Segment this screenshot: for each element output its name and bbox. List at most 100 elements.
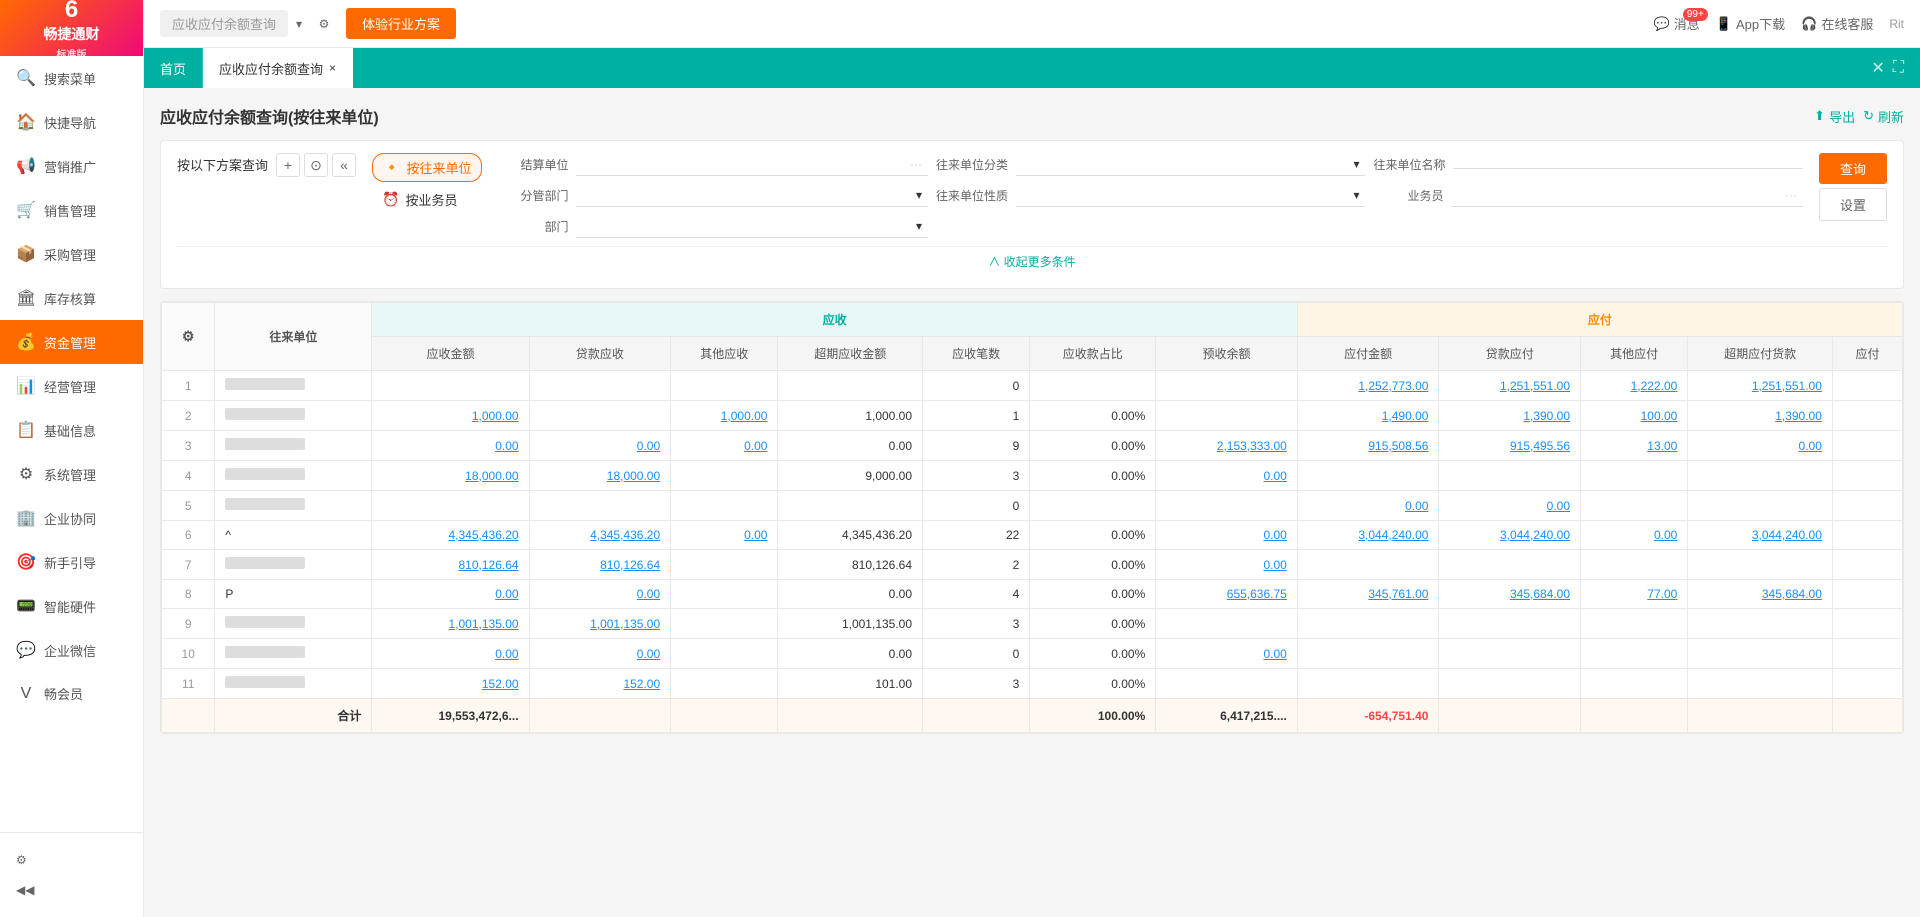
sidebar-item-member[interactable]: V 畅会员	[0, 672, 143, 715]
partner-nature-select[interactable]: ▾	[1016, 184, 1365, 207]
top-bar-left: 应收应付余额查询 ▾ ⚙ 体验行业方案	[160, 8, 456, 39]
sidebar-item-inventory[interactable]: 🏛 库存核算	[0, 276, 143, 320]
sidebar-item-system[interactable]: ⚙ 系统管理	[0, 452, 143, 496]
online-service-button[interactable]: 🎧 在线客服	[1801, 14, 1873, 33]
filter-option-salesperson[interactable]: ⏰ 按业务员	[372, 186, 482, 213]
table-cell[interactable]: 655,636.75	[1156, 580, 1298, 609]
sidebar-item-operation[interactable]: 📊 经营管理	[0, 364, 143, 408]
refresh-button[interactable]: ↻ 刷新	[1863, 107, 1904, 126]
table-cell[interactable]: 0.00	[671, 521, 778, 550]
close-window-icon[interactable]: ✕	[1871, 58, 1884, 78]
table-cell[interactable]: 1,252,773.00	[1297, 371, 1439, 401]
table-cell[interactable]: 345,684.00	[1688, 580, 1833, 609]
table-cell[interactable]: 3,044,240.00	[1688, 521, 1833, 550]
sidebar-item-wechat[interactable]: 💬 企业微信	[0, 628, 143, 672]
table-cell[interactable]: 0.00	[1297, 491, 1439, 521]
table-cell	[1688, 669, 1833, 699]
tab-close-icon[interactable]: ×	[329, 61, 336, 75]
table-cell[interactable]: 810,126.64	[372, 550, 529, 580]
table-cell[interactable]: 1,222.00	[1581, 371, 1688, 401]
table-cell[interactable]: 0.00	[372, 639, 529, 669]
table-cell[interactable]: 0.00	[1156, 521, 1298, 550]
tab-home[interactable]: 首页	[144, 48, 203, 88]
table-cell[interactable]: 1,251,551.00	[1688, 371, 1833, 401]
table-cell[interactable]: 0.00	[1156, 639, 1298, 669]
table-cell[interactable]: 18,000.00	[372, 461, 529, 491]
sidebar-item-finance[interactable]: 💰 资金管理	[0, 320, 143, 364]
table-cell[interactable]: 152.00	[529, 669, 671, 699]
settlement-input[interactable]: ···	[576, 153, 928, 176]
table-cell[interactable]: 18,000.00	[529, 461, 671, 491]
table-cell[interactable]: 0.00	[372, 580, 529, 609]
app-download-button[interactable]: 📱 App下载	[1716, 14, 1785, 33]
dropdown-arrow[interactable]: ▾	[296, 17, 302, 31]
table-cell[interactable]: 152.00	[372, 669, 529, 699]
table-cell[interactable]: 100.00	[1581, 401, 1688, 431]
table-cell[interactable]: 915,508.56	[1297, 431, 1439, 461]
table-cell[interactable]: 0.00	[1156, 550, 1298, 580]
table-cell: 0.00%	[1030, 580, 1156, 609]
table-cell[interactable]: 0.00	[1156, 461, 1298, 491]
table-cell[interactable]: 0.00	[529, 431, 671, 461]
query-button[interactable]: 查询	[1819, 153, 1887, 184]
table-cell[interactable]: 2,153,333.00	[1156, 431, 1298, 461]
add-filter-button[interactable]: +	[276, 153, 300, 177]
partner-cat-select[interactable]: ▾	[1016, 153, 1365, 176]
sidebar-item-corp[interactable]: 🏢 企业协同	[0, 496, 143, 540]
table-cell[interactable]: 1,390.00	[1439, 401, 1581, 431]
more-filter-button[interactable]: «	[332, 153, 356, 177]
sidebar-item-purchase[interactable]: 📦 采购管理	[0, 232, 143, 276]
sidebar-bottom-settings[interactable]: ⚙	[0, 845, 143, 875]
sidebar-item-label: 企业微信	[44, 641, 96, 660]
sidebar-item-quicknav[interactable]: 🏠 快捷导航	[0, 100, 143, 144]
table-cell[interactable]: 0.00	[671, 431, 778, 461]
table-cell[interactable]: 0.00	[372, 431, 529, 461]
dept-select[interactable]: ▾	[576, 184, 928, 207]
department-select[interactable]: ▾	[576, 215, 928, 238]
sidebar-bottom-collapse[interactable]: ◀◀	[0, 875, 143, 905]
table-cell[interactable]: 345,761.00	[1297, 580, 1439, 609]
salesperson-input[interactable]: ···	[1451, 184, 1803, 207]
gear-icon[interactable]: ⚙	[310, 10, 338, 38]
table-cell[interactable]: 1,490.00	[1297, 401, 1439, 431]
table-cell[interactable]: 1,001,135.00	[372, 609, 529, 639]
sidebar-item-guide[interactable]: 🎯 新手引导	[0, 540, 143, 584]
message-button[interactable]: 💬 消息 99+	[1654, 14, 1700, 33]
settings-button[interactable]: 设置	[1819, 188, 1887, 221]
filter-option-partner[interactable]: 🔸 按往来单位	[372, 153, 482, 182]
table-cell	[1581, 609, 1688, 639]
sidebar-item-sales[interactable]: 🛒 销售管理	[0, 188, 143, 232]
sidebar-item-search[interactable]: 🔍 搜索菜单	[0, 56, 143, 100]
export-button[interactable]: ⬆ 导出	[1814, 107, 1855, 126]
table-cell[interactable]: 1,000.00	[671, 401, 778, 431]
table-cell[interactable]: 4,345,436.20	[372, 521, 529, 550]
table-cell[interactable]: 1,251,551.00	[1439, 371, 1581, 401]
table-cell[interactable]: 1,001,135.00	[529, 609, 671, 639]
filter-more-button[interactable]: ∧ 收起更多条件	[177, 246, 1887, 276]
tab-arquery[interactable]: 应收应付余额查询 ×	[203, 48, 353, 88]
table-cell[interactable]: 0.00	[1581, 521, 1688, 550]
table-cell[interactable]: 1,000.00	[372, 401, 529, 431]
sidebar-item-basic[interactable]: 📋 基础信息	[0, 408, 143, 452]
table-cell[interactable]: 3,044,240.00	[1439, 521, 1581, 550]
table-cell[interactable]: 3,044,240.00	[1297, 521, 1439, 550]
table-cell[interactable]: 915,495.56	[1439, 431, 1581, 461]
table-cell[interactable]: 13.00	[1581, 431, 1688, 461]
solution-button[interactable]: 体验行业方案	[346, 8, 456, 39]
search-icon: 🔍	[16, 68, 36, 88]
table-cell[interactable]: 4,345,436.20	[529, 521, 671, 550]
table-cell[interactable]: 0.00	[529, 639, 671, 669]
table-cell[interactable]: 810,126.64	[529, 550, 671, 580]
table-cell[interactable]: 0.00	[529, 580, 671, 609]
table-cell[interactable]: 0.00	[1439, 491, 1581, 521]
maximize-icon[interactable]: ⛶	[1893, 59, 1904, 77]
table-settings-icon[interactable]: ⚙	[182, 328, 195, 344]
table-cell[interactable]: 1,390.00	[1688, 401, 1833, 431]
table-cell[interactable]: 345,684.00	[1439, 580, 1581, 609]
table-cell[interactable]: 77.00	[1581, 580, 1688, 609]
sidebar-item-marketing[interactable]: 📢 营销推广	[0, 144, 143, 188]
table-cell[interactable]: 0.00	[1688, 431, 1833, 461]
config-filter-button[interactable]: ⊙	[304, 153, 328, 177]
partner-name-input[interactable]	[1453, 160, 1803, 169]
sidebar-item-hardware[interactable]: 📟 智能硬件	[0, 584, 143, 628]
